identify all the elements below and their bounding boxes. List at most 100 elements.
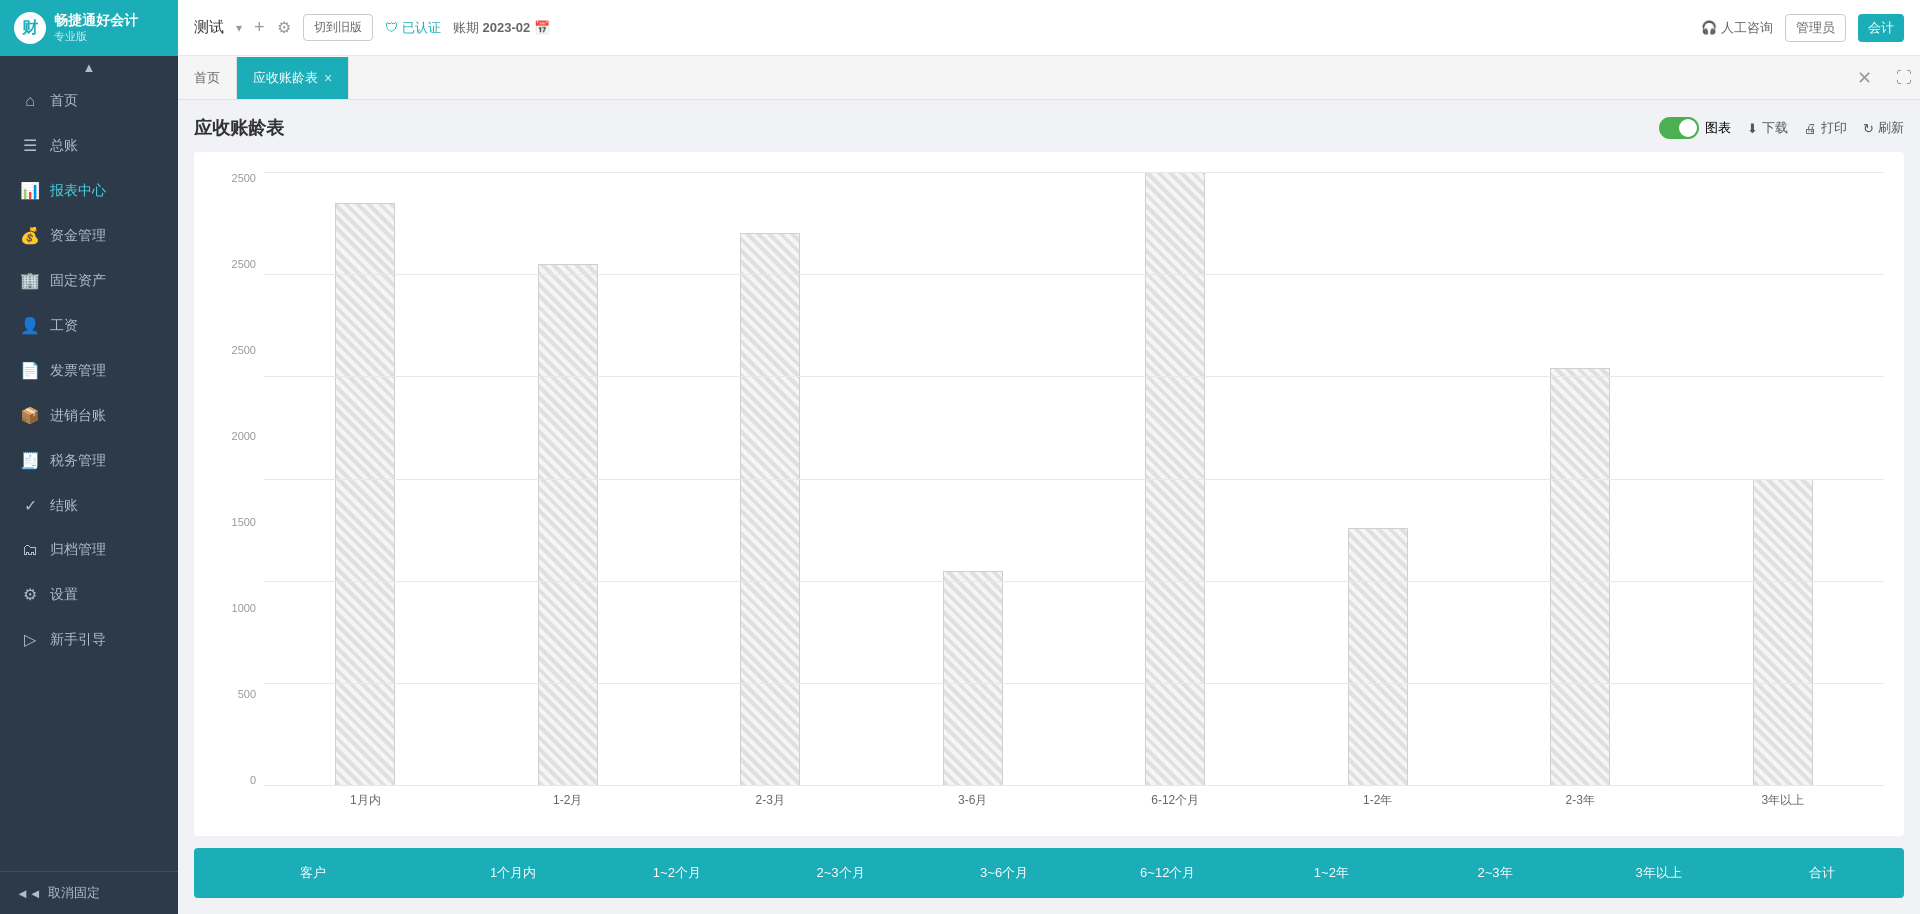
bar-group-6: [1479, 172, 1682, 786]
tab-close-icon[interactable]: ×: [324, 70, 332, 86]
calendar-icon[interactable]: 📅: [534, 20, 550, 35]
x-label-5: 1-2年: [1277, 786, 1480, 816]
bar-3: [943, 571, 1003, 786]
add-company-btn[interactable]: +: [254, 17, 265, 38]
table-header-cell-7: 2~3年: [1413, 848, 1577, 898]
nav-label-payroll: 工资: [50, 317, 78, 335]
chart-toggle-label: 图表: [1705, 119, 1731, 137]
nav-icon-home: ⌂: [20, 92, 40, 110]
bar-1: [538, 264, 598, 786]
chart-toggle[interactable]: [1659, 117, 1699, 139]
cancel-fixed-btn[interactable]: ◄◄ 取消固定: [0, 871, 178, 914]
y-label-2000: 2000: [214, 430, 256, 442]
print-btn[interactable]: 🖨 打印: [1804, 119, 1847, 137]
table-panel: 客户1个月内1~2个月2~3个月3~6个月6~12个月1~2年2~3年3年以上合…: [194, 848, 1904, 898]
settings-gear-icon[interactable]: ⚙: [277, 18, 291, 37]
y-axis: 0 500 1000 1500 2000 2500 2500 2500: [214, 172, 264, 816]
table-header-cell-0: 客户: [194, 848, 431, 898]
nav-icon-invoice: 📄: [20, 361, 40, 380]
sidebar-item-closing[interactable]: ✓结账: [0, 483, 178, 528]
sidebar-scroll-up[interactable]: ▲: [0, 56, 178, 79]
print-icon: 🖨: [1804, 121, 1817, 136]
logo-text: 畅捷通好会计 专业版: [54, 12, 138, 44]
nav-label-tax: 税务管理: [50, 452, 106, 470]
download-btn[interactable]: ⬇ 下载: [1747, 119, 1788, 137]
nav-label-archive: 归档管理: [50, 541, 106, 559]
y-label-1500: 1500: [214, 516, 256, 528]
company-dropdown[interactable]: ▾: [236, 21, 242, 35]
tab-home[interactable]: 首页: [178, 57, 237, 99]
nav-icon-settings: ⚙: [20, 585, 40, 604]
nav-icon-tax: 🧾: [20, 451, 40, 470]
bar-5: [1348, 528, 1408, 786]
company-name: 测试: [194, 18, 224, 37]
logo-icon: 财: [14, 12, 46, 44]
sidebar-item-tax[interactable]: 🧾 税务管理: [0, 438, 178, 483]
switch-old-version-btn[interactable]: 切到旧版: [303, 14, 373, 41]
support-btn[interactable]: 🎧 人工咨询: [1701, 19, 1773, 37]
sidebar-item-funds[interactable]: 💰资金管理: [0, 213, 178, 258]
x-label-3: 3-6月: [872, 786, 1075, 816]
bar-0: [335, 203, 395, 786]
nav-label-inventory: 进销台账: [50, 407, 106, 425]
nav-label-assets: 固定资产: [50, 272, 106, 290]
bar-group-3: [872, 172, 1075, 786]
table-header: 客户1个月内1~2个月2~3个月3~6个月6~12个月1~2年2~3年3年以上合…: [194, 848, 1904, 898]
y-label-2500c: 2500: [214, 172, 256, 184]
pin-icon: ◄◄: [16, 886, 42, 901]
sidebar-item-reports[interactable]: 📊报表中心: [0, 168, 178, 213]
nav-icon-archive: 🗂: [20, 541, 40, 559]
bar-2: [740, 233, 800, 786]
x-label-7: 3年以上: [1682, 786, 1885, 816]
nav-icon-guide: ▷: [20, 630, 40, 649]
table-header-cell-2: 1~2个月: [595, 848, 759, 898]
user-btn[interactable]: 管理员: [1785, 14, 1846, 42]
table-header-cell-6: 1~2年: [1250, 848, 1414, 898]
sidebar-item-payroll[interactable]: 👤工资: [0, 303, 178, 348]
tab-ar-aging[interactable]: 应收账龄表 ×: [237, 57, 349, 99]
sidebar-item-archive[interactable]: 🗂 归档管理: [0, 528, 178, 572]
sidebar-item-assets[interactable]: 🏢 固定资产: [0, 258, 178, 303]
nav-icon-assets: 🏢: [20, 271, 40, 290]
tabbar-close-btn[interactable]: ✕: [1841, 67, 1888, 89]
sidebar-item-home[interactable]: ⌂ 首页: [0, 79, 178, 123]
refresh-btn[interactable]: ↻ 刷新: [1863, 119, 1904, 137]
chart-toggle-group: 图表: [1659, 117, 1731, 139]
sidebar-item-guide[interactable]: ▷ 新手引导: [0, 617, 178, 662]
bar-7: [1753, 479, 1813, 786]
sidebar-item-invoice[interactable]: 📄发票管理: [0, 348, 178, 393]
sidebar-item-settings[interactable]: ⚙ 设置: [0, 572, 178, 617]
bar-6: [1550, 368, 1610, 786]
chart-area: 1月内1-2月2-3月3-6月6-12个月1-2年2-3年3年以上: [264, 172, 1884, 816]
sidebar-nav: ⌂ 首页 ☰ 总账 📊报表中心💰资金管理 🏢 固定资产 👤工资📄发票管理📦进销台账 🧾 税务管理 ✓…: [0, 79, 178, 871]
nav-label-ledger: 总账: [50, 137, 78, 155]
tabbar-expand-btn[interactable]: ⛶: [1888, 69, 1920, 87]
role-btn[interactable]: 会计: [1858, 14, 1904, 42]
bar-group-1: [467, 172, 670, 786]
app-logo: 财 畅捷通好会计 专业版: [0, 0, 178, 56]
y-label-500: 500: [214, 688, 256, 700]
table-header-cell-3: 2~3个月: [759, 848, 923, 898]
bar-4: [1145, 172, 1205, 786]
certified-status: 🛡 已认证: [385, 19, 441, 37]
nav-label-guide: 新手引导: [50, 631, 106, 649]
bars-container: [264, 172, 1884, 786]
nav-icon-ledger: ☰: [20, 136, 40, 155]
bar-group-2: [669, 172, 872, 786]
table-header-cell-9: 合计: [1740, 848, 1904, 898]
nav-label-settings: 设置: [50, 586, 78, 604]
page-header: 应收账龄表 图表 ⬇ 下载 🖨 打印 ↻ 刷新: [194, 116, 1904, 140]
nav-label-home: 首页: [50, 92, 78, 110]
bar-group-4: [1074, 172, 1277, 786]
tabbar: 首页 应收账龄表 × ✕ ⛶: [178, 56, 1920, 100]
sidebar-item-inventory[interactable]: 📦进销台账: [0, 393, 178, 438]
nav-label-reports: 报表中心: [50, 182, 106, 200]
bar-group-5: [1277, 172, 1480, 786]
nav-label-closing: 结账: [50, 497, 78, 515]
table-header-cell-1: 1个月内: [431, 848, 595, 898]
y-label-1000: 1000: [214, 602, 256, 614]
sidebar-item-ledger[interactable]: ☰ 总账: [0, 123, 178, 168]
y-label-2500a: 2500: [214, 344, 256, 356]
x-label-6: 2-3年: [1479, 786, 1682, 816]
download-icon: ⬇: [1747, 121, 1758, 136]
